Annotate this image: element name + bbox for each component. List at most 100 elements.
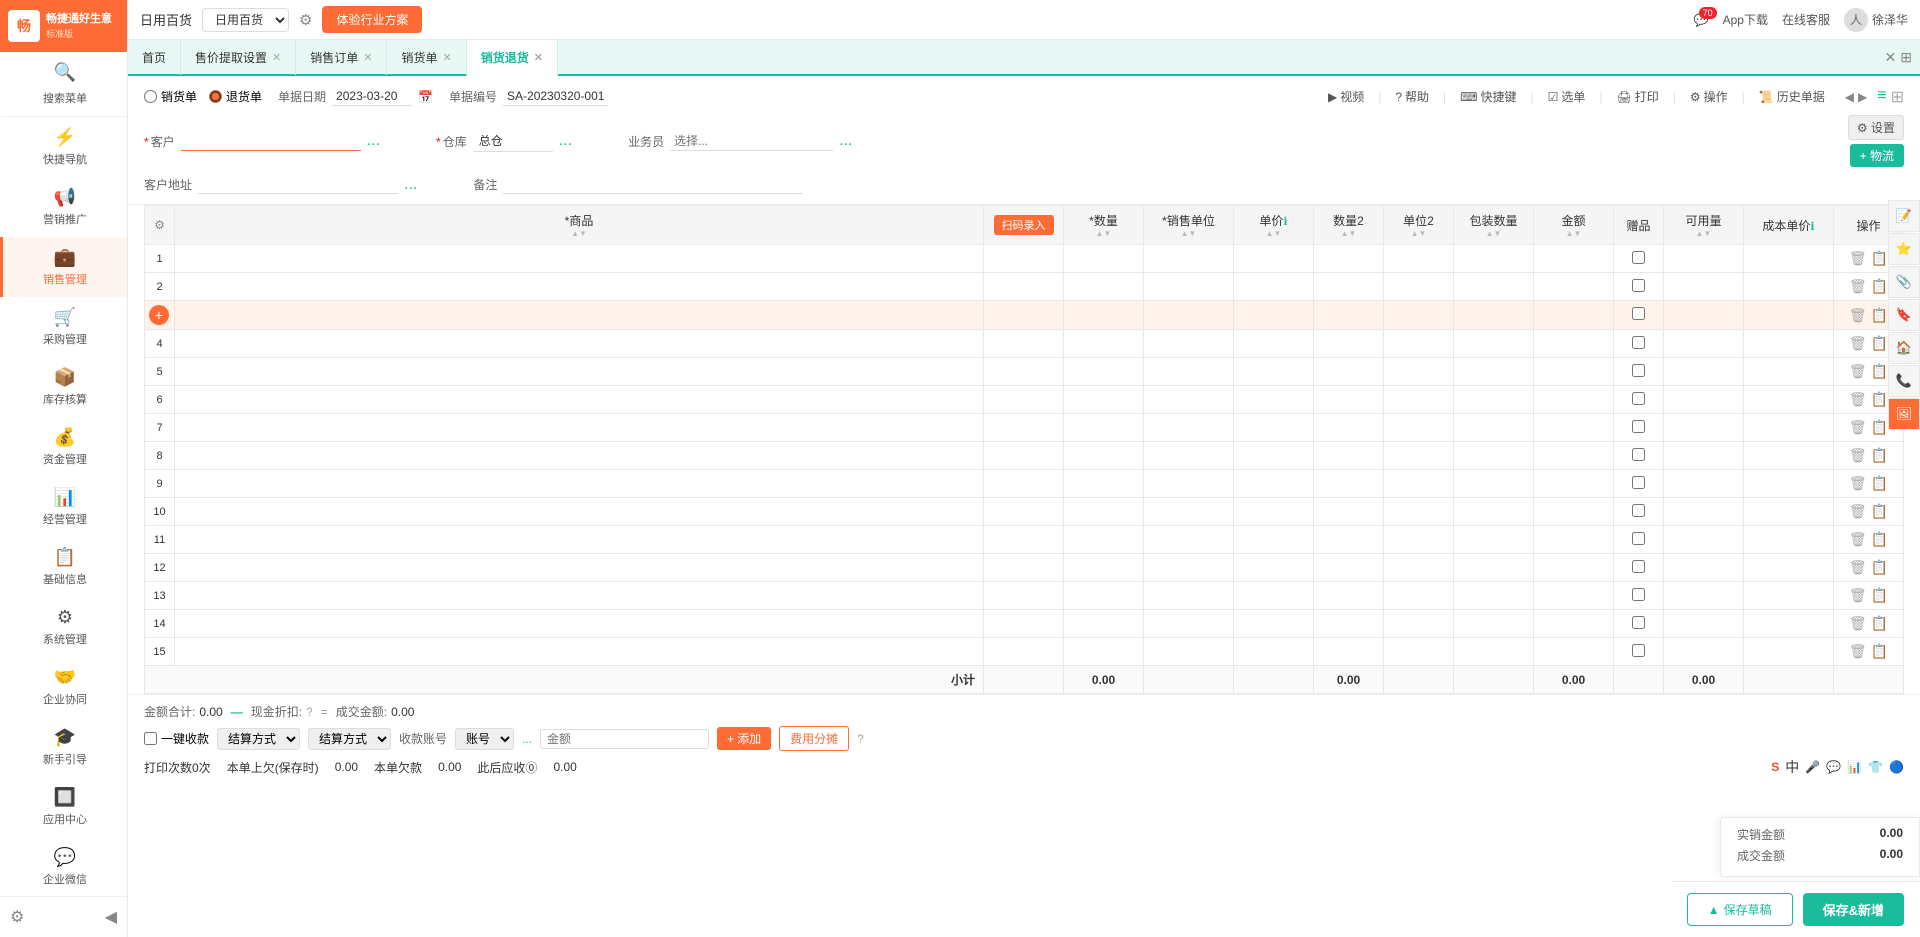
delete-icon-2[interactable]: 🗑	[1849, 278, 1867, 295]
quick-icon-notes[interactable]: 📝	[1888, 200, 1920, 232]
product-input-3[interactable]	[179, 308, 979, 322]
copy-icon-1[interactable]: 📋	[1871, 250, 1888, 267]
sidebar-item-wechat[interactable]: 💬 企业微信	[0, 837, 127, 896]
th-price-sort[interactable]: ▲▼	[1238, 229, 1309, 238]
th-pack-sort[interactable]: ▲▼	[1458, 229, 1529, 238]
cell-qty-1[interactable]	[1064, 245, 1144, 273]
add-row-btn[interactable]: +	[149, 305, 169, 325]
shortcut-btn[interactable]: ⌨ 快捷键	[1454, 86, 1522, 107]
save-draft-btn[interactable]: ▲ 保存草稿	[1687, 893, 1793, 926]
sidebar-collapse-icon[interactable]: ◀	[105, 907, 117, 927]
tab-so-close[interactable]: ✕	[363, 51, 372, 64]
cell-pack-1[interactable]	[1454, 245, 1534, 273]
address-picker-btn[interactable]: ...	[404, 176, 417, 194]
account-select[interactable]: 账号	[455, 728, 514, 750]
tab-sr-close[interactable]: ✕	[534, 51, 543, 64]
tab-sd-close[interactable]: ✕	[443, 51, 452, 64]
save-new-btn[interactable]: 保存&新增	[1803, 893, 1904, 926]
radio-return-input[interactable]	[209, 90, 222, 103]
unit-price-info-icon[interactable]: ℹ	[1283, 216, 1287, 228]
select-btn[interactable]: ☑ 选单	[1542, 86, 1592, 107]
online-service-btn[interactable]: 在线客服	[1782, 11, 1830, 28]
tab-price-close[interactable]: ✕	[272, 51, 281, 64]
discount-help-icon[interactable]: ?	[306, 705, 313, 719]
th-amount-sort[interactable]: ▲▼	[1538, 229, 1609, 238]
amount-input[interactable]	[540, 729, 709, 749]
copy-icon-2[interactable]: 📋	[1871, 278, 1888, 295]
warehouse-picker-btn[interactable]: ...	[559, 132, 572, 150]
user-area[interactable]: 人 徐泽华	[1844, 8, 1908, 32]
bottom-icon-2[interactable]: 中	[1785, 757, 1799, 777]
sidebar-item-quicknav[interactable]: ⚡ 快捷导航	[0, 117, 127, 177]
cost-price-info-icon[interactable]: ℹ	[1810, 221, 1814, 233]
tab-menu-icon[interactable]: ⊞	[1900, 49, 1912, 66]
cell-product-3[interactable]	[175, 301, 984, 330]
sidebar-item-inventory[interactable]: 📦 库存核算	[0, 357, 127, 417]
app-download-btn[interactable]: App下载	[1723, 11, 1768, 28]
copy-icon-4[interactable]: 📋	[1871, 335, 1888, 352]
bottom-icon-1[interactable]: S	[1771, 760, 1779, 774]
th-gear[interactable]: ⚙	[145, 206, 175, 245]
radio-sales-return[interactable]: 退货单	[209, 88, 262, 105]
sidebar-item-operations[interactable]: 📊 经营管理	[0, 477, 127, 537]
video-btn[interactable]: ▶ 视频	[1322, 86, 1370, 107]
history-btn[interactable]: 📜 历史单据	[1753, 86, 1831, 107]
quick-icon-star[interactable]: ⭐	[1888, 233, 1920, 265]
product-input-1[interactable]	[179, 252, 979, 266]
quick-icon-image[interactable]: 🖼	[1888, 398, 1920, 430]
one-click-checkbox[interactable]	[144, 732, 157, 745]
radio-sales-input[interactable]	[144, 90, 157, 103]
fee-help-icon[interactable]: ?	[857, 732, 864, 746]
th-unit-sort[interactable]: ▲▼	[1148, 229, 1229, 238]
settle-method-select[interactable]: 结算方式	[217, 728, 300, 750]
address-input[interactable]	[198, 175, 398, 194]
th-avail-sort[interactable]: ▲▼	[1668, 229, 1739, 238]
radio-sales-delivery[interactable]: 销货单	[144, 88, 197, 105]
th-product-sort[interactable]: ▲▼	[179, 229, 979, 238]
add-logistics-btn[interactable]: + 物流	[1850, 144, 1904, 167]
salesperson-picker-btn[interactable]: ...	[839, 132, 852, 150]
quick-icon-phone[interactable]: 📞	[1888, 365, 1920, 397]
experience-btn[interactable]: 体验行业方案	[322, 6, 422, 33]
gift-checkbox-1[interactable]	[1632, 251, 1645, 264]
account-picker-btn[interactable]: ...	[522, 732, 532, 746]
delete-icon-1[interactable]: 🗑	[1849, 250, 1867, 267]
tab-price-setting[interactable]: 售价提取设置 ✕	[181, 39, 296, 75]
remark-input[interactable]	[503, 175, 803, 194]
salesperson-input[interactable]	[670, 132, 833, 151]
copy-icon-3[interactable]: 📋	[1871, 307, 1888, 324]
sidebar-item-search[interactable]: 🔍 搜索菜单	[0, 52, 127, 117]
customer-input[interactable]	[181, 132, 361, 151]
tab-close-all-icon[interactable]: ✕	[1885, 49, 1897, 66]
operate-btn[interactable]: ⚙ 操作	[1684, 86, 1734, 107]
cell-unit-1[interactable]	[1144, 245, 1234, 273]
bottom-icon-4[interactable]: 💬	[1826, 760, 1841, 774]
sidebar-item-corp[interactable]: 🤝 企业协同	[0, 657, 127, 717]
tab-sales-order[interactable]: 销售订单 ✕	[296, 39, 387, 75]
sidebar-item-basic[interactable]: 📋 基础信息	[0, 537, 127, 597]
view-list-icon[interactable]: ≡	[1877, 87, 1886, 107]
cell-gift-1[interactable]	[1614, 245, 1664, 273]
th-scan[interactable]: 扫码录入	[984, 206, 1064, 245]
th-qty2-sort[interactable]: ▲▼	[1318, 229, 1379, 238]
gift-checkbox-2[interactable]	[1632, 279, 1645, 292]
scan-btn[interactable]: 扫码录入	[994, 215, 1054, 235]
cell-amount-1[interactable]	[1534, 245, 1614, 273]
sidebar-item-appstore[interactable]: 🔲 应用中心	[0, 777, 127, 837]
add-payment-btn[interactable]: + 添加	[717, 727, 771, 750]
category-select[interactable]: 日用百货	[202, 8, 289, 32]
calc-method-select[interactable]: 结算方式	[308, 728, 391, 750]
th-unit2-sort[interactable]: ▲▼	[1388, 229, 1449, 238]
topbar-gear-icon[interactable]: ⚙	[299, 11, 312, 29]
sidebar-item-finance[interactable]: 💰 资金管理	[0, 417, 127, 477]
date-picker-icon[interactable]: 📅	[418, 90, 433, 104]
th-qty-sort[interactable]: ▲▼	[1068, 229, 1139, 238]
fee-btn[interactable]: 费用分摊	[779, 726, 849, 751]
nav-prev-icon[interactable]: ◀	[1845, 90, 1854, 104]
cell-unit2-1[interactable]	[1384, 245, 1454, 273]
bottom-icon-3[interactable]: 🎤	[1805, 760, 1820, 774]
tab-sales-delivery[interactable]: 销货单 ✕	[387, 39, 466, 75]
quick-icon-bookmark[interactable]: 🔖	[1888, 299, 1920, 331]
bottom-icon-7[interactable]: 🔵	[1889, 760, 1904, 774]
delete-icon-3[interactable]: 🗑	[1849, 307, 1867, 324]
